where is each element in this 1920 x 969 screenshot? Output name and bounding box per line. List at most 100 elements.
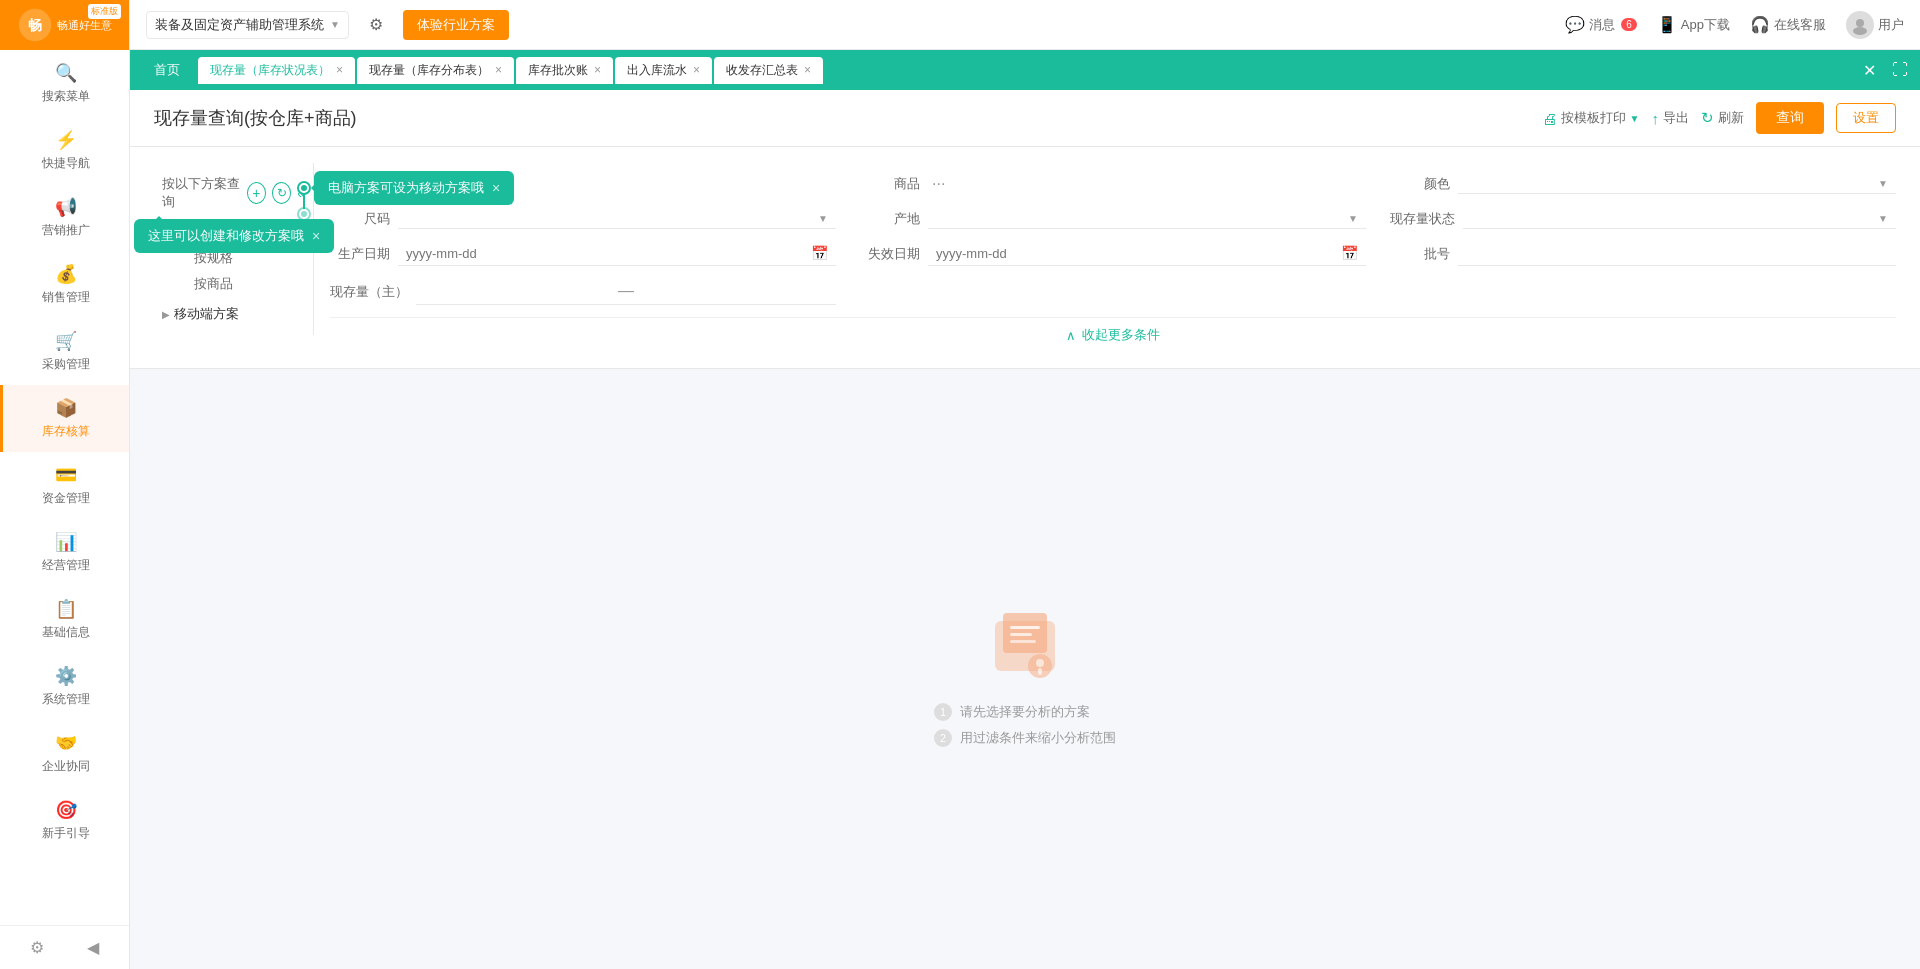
sidebar-item-operations[interactable]: 📊 经营管理 <box>0 519 129 586</box>
close-all-tabs-icon[interactable]: ✕ <box>1859 57 1880 84</box>
sidebar-item-finance[interactable]: 💳 资金管理 <box>0 452 129 519</box>
production-date-input[interactable]: 📅 <box>398 241 836 266</box>
empty-steps: 1 请先选择要分析的方案 2 用过滤条件来缩小分析范围 <box>934 703 1116 747</box>
print-button[interactable]: 🖨 按模板打印 ▼ <box>1542 109 1640 127</box>
stock-main-field: 现存量（主） — <box>330 278 836 305</box>
size-field: 尺码 ▼ <box>330 209 836 229</box>
refresh-icon: ↻ <box>1701 109 1714 127</box>
svg-point-2 <box>1856 19 1864 27</box>
refresh-button[interactable]: ↻ 刷新 <box>1701 109 1744 127</box>
expiry-date-text[interactable] <box>936 246 1337 261</box>
settings-page-button[interactable]: 设置 <box>1836 103 1896 133</box>
calendar-icon-2[interactable]: 📅 <box>1341 245 1358 261</box>
export-button[interactable]: ↑ 导出 <box>1652 109 1690 127</box>
sidebar-item-guide[interactable]: 🎯 新手引导 <box>0 787 129 854</box>
filter-fields-grid: 仓库 ··· 商品 ··· 颜色 ▼ <box>330 171 1896 305</box>
sidebar-item-nav[interactable]: ⚡ 快捷导航 <box>0 117 129 184</box>
tab-collection[interactable]: 收发存汇总表 × <box>714 57 823 84</box>
goods-input[interactable]: ··· <box>928 171 949 197</box>
sidebar-label-search: 搜索菜单 <box>42 88 90 105</box>
tab-close-inout[interactable]: × <box>693 64 700 76</box>
logo-area: 畅 畅通好生意 标准版 <box>0 0 129 50</box>
tooltip-create-scheme: 这里可以创建和修改方案哦 × <box>134 219 334 253</box>
scheme-mobile[interactable]: ▶ 移动端方案 <box>154 301 313 327</box>
filter-area: 按以下方案查询 + ↻ « ▶ 电脑端方案 <box>130 147 1920 369</box>
svg-rect-7 <box>1010 633 1032 636</box>
tab-inventory-dist[interactable]: 现存量（库存分布表）× <box>357 57 514 84</box>
color-select[interactable]: ▼ <box>1458 174 1896 194</box>
production-date-field: 生产日期 📅 <box>330 241 836 266</box>
sidebar-item-basic[interactable]: 📋 基础信息 <box>0 586 129 653</box>
tab-inout[interactable]: 出入库流水× <box>615 57 712 84</box>
tab-close-batch[interactable]: × <box>594 64 601 76</box>
origin-select[interactable]: ▼ <box>928 209 1366 229</box>
stock-main-min[interactable] <box>424 284 614 299</box>
sidebar-icon-enterprise: 🤝 <box>55 732 77 754</box>
refresh-scheme-button[interactable]: ↻ <box>272 182 291 204</box>
batch-no-input[interactable] <box>1458 242 1896 266</box>
stock-status-select[interactable]: ▼ <box>1463 209 1896 229</box>
sidebar-label-operations: 经营管理 <box>42 557 90 574</box>
sidebar-item-sales[interactable]: 💰 销售管理 <box>0 251 129 318</box>
color-field: 颜色 ▼ <box>1390 171 1896 197</box>
expiry-date-input[interactable]: 📅 <box>928 241 1366 266</box>
collapse-sidebar-icon[interactable]: ◀ <box>87 938 99 957</box>
tooltip1-close-button[interactable]: × <box>492 180 500 196</box>
fullscreen-icon[interactable]: ⛶ <box>1888 57 1912 83</box>
tab-label-inventory-status: 现存量（库存状况表） <box>210 62 330 79</box>
calendar-icon-1[interactable]: 📅 <box>811 245 828 261</box>
header-right: 💬 消息 6 📱 App下载 🎧 在线客服 用户 <box>1565 11 1904 39</box>
sidebar-item-purchase[interactable]: 🛒 采购管理 <box>0 318 129 385</box>
print-icon: 🖨 <box>1542 110 1557 127</box>
filter-top-row: 按以下方案查询 + ↻ « ▶ 电脑端方案 <box>154 163 1896 352</box>
svg-rect-6 <box>1010 626 1040 629</box>
sidebar-label-basic: 基础信息 <box>42 624 90 641</box>
goods-label: 商品 <box>860 175 920 193</box>
online-support-button[interactable]: 🎧 在线客服 <box>1750 15 1826 34</box>
sidebar-icon-operations: 📊 <box>55 531 77 553</box>
notification-button[interactable]: 💬 消息 6 <box>1565 15 1637 34</box>
tab-inventory-status[interactable]: 现存量（库存状况表） × <box>198 57 355 84</box>
tab-close-inventory-status[interactable]: × <box>336 64 343 76</box>
settings-button[interactable]: ⚙ <box>361 10 391 40</box>
tab-batch[interactable]: 库存批次账 × <box>516 57 613 84</box>
chevron-right-icon-2: ▶ <box>162 309 170 320</box>
scheme-sub-item-2[interactable]: 按商品 <box>170 271 313 297</box>
page-actions: 🖨 按模板打印 ▼ ↑ 导出 ↻ 刷新 查询 设置 <box>1542 102 1896 134</box>
stock-main-max[interactable] <box>638 284 828 299</box>
sidebar-item-marketing[interactable]: 📢 营销推广 <box>0 184 129 251</box>
production-date-label: 生产日期 <box>330 245 390 263</box>
system-selector[interactable]: 装备及固定资产辅助管理系统 ▼ <box>146 11 349 39</box>
industry-button[interactable]: 体验行业方案 <box>403 10 509 40</box>
sidebar-item-inventory[interactable]: 📦 库存核算 <box>0 385 129 452</box>
empty-state: 1 请先选择要分析的方案 2 用过滤条件来缩小分析范围 <box>130 369 1920 969</box>
sidebar-item-enterprise[interactable]: 🤝 企业协同 <box>0 720 129 787</box>
main-area: 装备及固定资产辅助管理系统 ▼ ⚙ 体验行业方案 💬 消息 6 📱 App下载 … <box>130 0 1920 969</box>
sidebar-item-system[interactable]: ⚙️ 系统管理 <box>0 653 129 720</box>
size-select[interactable]: ▼ <box>398 209 836 229</box>
tooltip2-close-button[interactable]: × <box>312 228 320 244</box>
app-download-label: App下载 <box>1681 16 1730 34</box>
settings-icon[interactable]: ⚙ <box>30 938 44 957</box>
chevron-status-icon: ▼ <box>1878 213 1888 224</box>
stock-main-range[interactable]: — <box>416 278 836 305</box>
production-date-text[interactable] <box>406 246 807 261</box>
empty-step-1: 1 请先选择要分析的方案 <box>934 703 1116 721</box>
chevron-origin-icon: ▼ <box>1348 213 1358 224</box>
sidebar-icon-guide: 🎯 <box>55 799 77 821</box>
tab-close-inventory-dist[interactable]: × <box>495 64 502 76</box>
sidebar-item-search[interactable]: 🔍 搜索菜单 <box>0 50 129 117</box>
range-dash: — <box>618 282 634 300</box>
tooltip-text-2: 这里可以创建和修改方案哦 <box>148 227 304 245</box>
export-label: 导出 <box>1663 109 1689 127</box>
step-1-label: 请先选择要分析的方案 <box>960 703 1090 721</box>
tab-close-collection[interactable]: × <box>804 64 811 76</box>
app-download-button[interactable]: 📱 App下载 <box>1657 15 1730 34</box>
add-scheme-button[interactable]: + <box>247 182 266 204</box>
user-button[interactable]: 用户 <box>1846 11 1904 39</box>
query-button[interactable]: 查询 <box>1756 102 1824 134</box>
collapse-button[interactable]: ∧ 收起更多条件 <box>330 317 1896 352</box>
tab-label-batch: 库存批次账 <box>528 62 588 79</box>
tab-label-collection: 收发存汇总表 <box>726 62 798 79</box>
tab-home[interactable]: 首页 <box>138 55 196 85</box>
